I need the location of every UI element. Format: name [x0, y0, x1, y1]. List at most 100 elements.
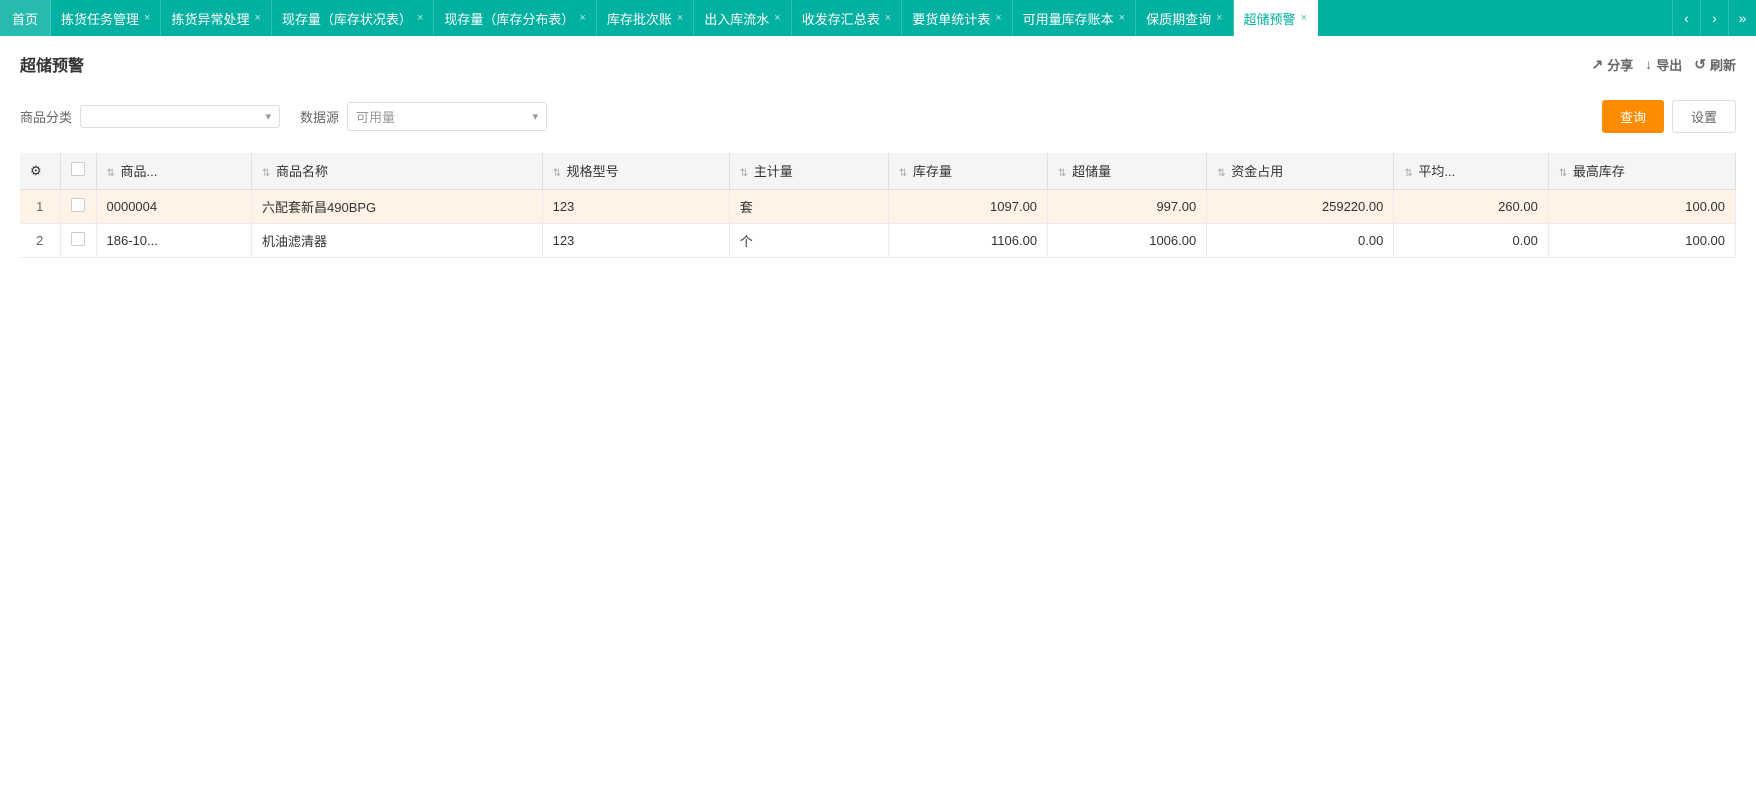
gear-icon: ⚙	[30, 163, 42, 178]
tab-label: 现存量（库存分布表）	[444, 9, 574, 28]
row-checkbox-cell[interactable]	[60, 223, 96, 257]
row-index: 1	[20, 189, 60, 223]
row-goods-code: 186-10...	[96, 223, 252, 257]
column-max-stock-header[interactable]: ⇅ 最高库存	[1548, 153, 1735, 189]
col-goods-name-label: 商品名称	[276, 164, 328, 179]
nav-tab-tab-1[interactable]: 拣货异常处理 ×	[161, 0, 271, 36]
tab-label: 可用量库存账本	[1023, 9, 1114, 28]
table-header-row: ⚙ ⇅ 商品... ⇅ 商品名称 ⇅ 规格型号 ⇅	[20, 153, 1736, 189]
column-spec-header[interactable]: ⇅ 规格型号	[542, 153, 729, 189]
nav-tab-tab-2[interactable]: 现存量（库存状况表） ×	[272, 0, 434, 36]
nav-tab-tab-8[interactable]: 可用量库存账本 ×	[1013, 0, 1136, 36]
row-stock: 1097.00	[888, 189, 1047, 223]
nav-tab-tab-9[interactable]: 保质期查询 ×	[1136, 0, 1233, 36]
datasource-select[interactable]: 可用量 ▾	[347, 102, 547, 131]
column-unit-header[interactable]: ⇅ 主计量	[729, 153, 888, 189]
row-checkbox[interactable]	[71, 198, 85, 212]
datasource-chevron-icon: ▾	[533, 110, 539, 123]
column-goods-name-header[interactable]: ⇅ 商品名称	[252, 153, 543, 189]
tab-close-icon[interactable]: ×	[1216, 12, 1222, 24]
tab-close-icon[interactable]: ×	[1119, 12, 1125, 24]
settings-button[interactable]: 设置	[1672, 100, 1736, 133]
refresh-button[interactable]: ↺ 刷新	[1694, 55, 1736, 74]
export-button[interactable]: ↓ 导出	[1645, 55, 1682, 74]
category-chevron-icon: ▾	[265, 110, 271, 123]
tab-label: 现存量（库存状况表）	[282, 9, 412, 28]
col-stock-label: 库存量	[913, 164, 952, 179]
sort-icon: ⇅	[107, 168, 115, 179]
tab-label: 要货单统计表	[912, 9, 990, 28]
query-button[interactable]: 查询	[1602, 100, 1664, 133]
nav-home[interactable]: 首页	[0, 0, 51, 36]
tab-close-icon[interactable]: ×	[417, 12, 423, 24]
col-unit-label: 主计量	[754, 164, 793, 179]
row-capital: 0.00	[1207, 223, 1394, 257]
tab-label: 保质期查询	[1146, 9, 1211, 28]
row-spec: 123	[542, 189, 729, 223]
sort-icon: ⇅	[740, 168, 748, 179]
refresh-label: 刷新	[1710, 55, 1736, 74]
row-goods-name: 六配套新昌490BPG	[252, 189, 543, 223]
tab-close-icon[interactable]: ×	[774, 12, 780, 24]
row-avg: 260.00	[1394, 189, 1549, 223]
data-table: ⚙ ⇅ 商品... ⇅ 商品名称 ⇅ 规格型号 ⇅	[20, 153, 1736, 258]
column-settings-header[interactable]: ⚙	[20, 153, 60, 189]
table-row: 1 0000004 六配套新昌490BPG 123 套 1097.00 997.…	[20, 189, 1736, 223]
nav-more-button[interactable]: »	[1728, 0, 1756, 36]
page-header: 超储预警 ↗ 分享 ↓ 导出 ↺ 刷新	[20, 52, 1736, 76]
tab-label: 出入库流水	[704, 9, 769, 28]
column-goods-code-header[interactable]: ⇅ 商品...	[96, 153, 252, 189]
sort-icon: ⇅	[1217, 168, 1225, 179]
nav-tab-tab-7[interactable]: 要货单统计表 ×	[902, 0, 1012, 36]
column-avg-header[interactable]: ⇅ 平均...	[1394, 153, 1549, 189]
datasource-label: 数据源	[300, 107, 339, 126]
col-capital-label: 资金占用	[1231, 164, 1283, 179]
row-unit: 套	[729, 189, 888, 223]
datasource-select-value: 可用量	[356, 107, 395, 126]
export-icon: ↓	[1645, 56, 1652, 72]
export-label: 导出	[1656, 55, 1682, 74]
select-all-checkbox[interactable]	[71, 162, 85, 176]
category-select[interactable]: ▾	[80, 105, 280, 128]
tab-close-icon[interactable]: ×	[677, 12, 683, 24]
datasource-filter-group: 数据源 可用量 ▾	[300, 102, 547, 131]
nav-tab-tab-6[interactable]: 收发存汇总表 ×	[792, 0, 902, 36]
page-actions: ↗ 分享 ↓ 导出 ↺ 刷新	[1591, 55, 1736, 74]
sort-icon: ⇅	[1058, 168, 1066, 179]
row-checkbox-cell[interactable]	[60, 189, 96, 223]
row-goods-code: 0000004	[96, 189, 252, 223]
row-index: 2	[20, 223, 60, 257]
sort-icon: ⇅	[553, 168, 561, 179]
tab-close-icon[interactable]: ×	[1301, 12, 1307, 24]
col-max-stock-label: 最高库存	[1573, 164, 1625, 179]
row-max-stock: 100.00	[1548, 223, 1735, 257]
nav-prev-button[interactable]: ‹	[1672, 0, 1700, 36]
sort-icon: ⇅	[1559, 168, 1567, 179]
column-overstock-header[interactable]: ⇅ 超储量	[1048, 153, 1207, 189]
table-body: 1 0000004 六配套新昌490BPG 123 套 1097.00 997.…	[20, 189, 1736, 257]
col-goods-code-label: 商品...	[121, 164, 158, 179]
tab-label: 拣货异常处理	[171, 9, 249, 28]
column-stock-header[interactable]: ⇅ 库存量	[888, 153, 1047, 189]
share-button[interactable]: ↗ 分享	[1591, 55, 1633, 74]
tab-close-icon[interactable]: ×	[144, 12, 150, 24]
sort-icon: ⇅	[899, 168, 907, 179]
tab-close-icon[interactable]: ×	[995, 12, 1001, 24]
nav-tab-tab-5[interactable]: 出入库流水 ×	[694, 0, 791, 36]
column-checkbox-header[interactable]	[60, 153, 96, 189]
row-checkbox[interactable]	[71, 232, 85, 246]
tab-close-icon[interactable]: ×	[579, 12, 585, 24]
nav-tab-tab-10[interactable]: 超储预警×	[1234, 0, 1318, 36]
nav-tab-tab-4[interactable]: 库存批次账×	[597, 0, 694, 36]
row-capital: 259220.00	[1207, 189, 1394, 223]
column-capital-header[interactable]: ⇅ 资金占用	[1207, 153, 1394, 189]
sort-icon: ⇅	[1404, 168, 1412, 179]
tab-close-icon[interactable]: ×	[885, 12, 891, 24]
nav-next-button[interactable]: ›	[1700, 0, 1728, 36]
tab-label: 收发存汇总表	[802, 9, 880, 28]
tab-close-icon[interactable]: ×	[254, 12, 260, 24]
page-title: 超储预警	[20, 52, 84, 76]
row-max-stock: 100.00	[1548, 189, 1735, 223]
nav-tab-tab-3[interactable]: 现存量（库存分布表） ×	[434, 0, 596, 36]
nav-tab-tab-0[interactable]: 拣货任务管理×	[51, 0, 161, 36]
